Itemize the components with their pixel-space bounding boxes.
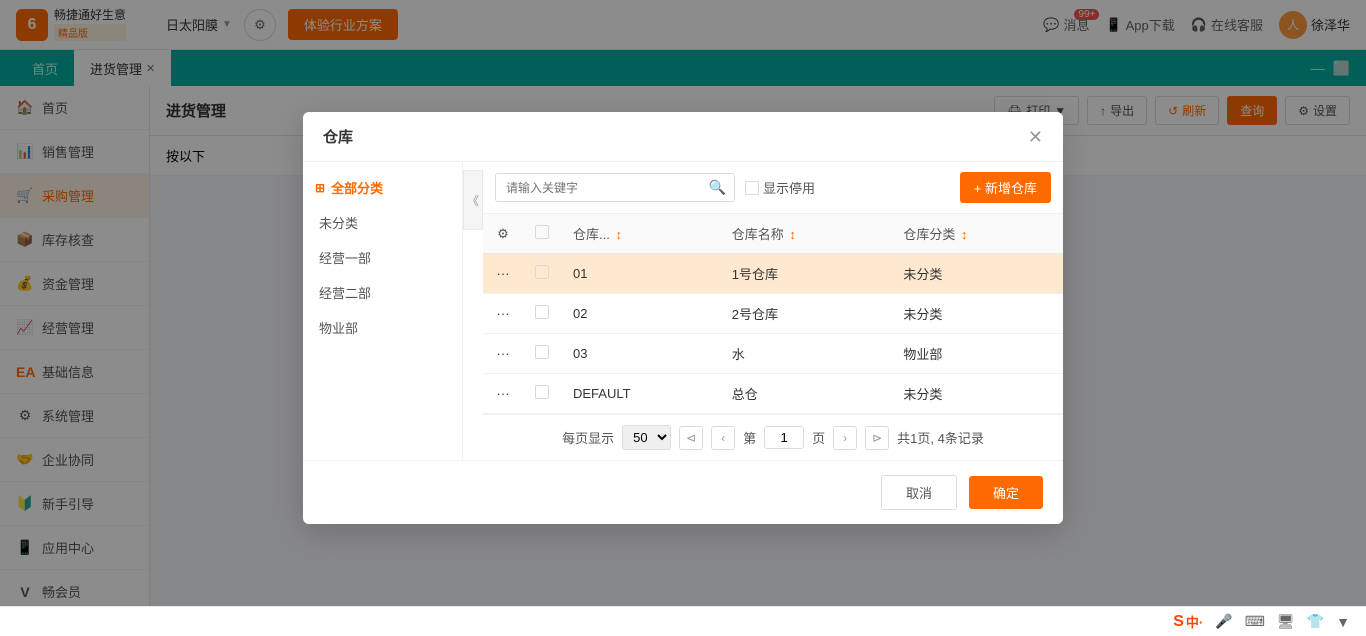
row-select-checkbox[interactable] <box>535 305 549 319</box>
monitor-icon[interactable]: 🖥 <box>1277 613 1295 630</box>
category-item-label: 经营二部 <box>319 286 371 301</box>
next-page-button[interactable]: › <box>833 426 857 450</box>
last-page-button[interactable]: ⊳ <box>865 426 889 450</box>
row-checkbox[interactable] <box>523 294 561 334</box>
row-checkbox[interactable] <box>523 254 561 294</box>
row-name: 1号仓库 <box>720 254 892 294</box>
row-checkbox[interactable] <box>523 374 561 414</box>
row-name: 水 <box>720 334 892 374</box>
table-row[interactable]: ··· 03 水 物业部 <box>483 334 1063 374</box>
collapse-panel-button[interactable]: 《 <box>463 170 483 230</box>
row-select-checkbox[interactable] <box>535 385 549 399</box>
page-unit: 页 <box>812 428 825 447</box>
warehouse-table: ⚙ 仓库... ↕ 仓库名称 ↕ <box>483 214 1063 414</box>
show-disabled-label[interactable]: 显示停用 <box>745 178 815 197</box>
show-disabled-text: 显示停用 <box>763 178 815 197</box>
table-row[interactable]: ··· DEFAULT 总仓 未分类 <box>483 374 1063 414</box>
row-category: 物业部 <box>891 334 1063 374</box>
table-panel: 🔍 显示停用 + 新增仓库 ⚙ <box>483 162 1063 460</box>
modal-overlay[interactable]: 仓库 ✕ ⊞ 全部分类 未分类 经营一部 经营二部 <box>0 0 1366 636</box>
category-item[interactable]: 经营二部 <box>303 275 462 310</box>
s-logo: S 中· <box>1173 612 1203 631</box>
shirt-icon[interactable]: 👕 <box>1307 613 1324 630</box>
row-category: 未分类 <box>891 254 1063 294</box>
pagination: 每页显示 50 ⊲ ‹ 第 页 › ⊳ 共1页, 4条记录 <box>483 414 1063 460</box>
col-category[interactable]: 仓库分类 ↕ <box>891 214 1063 254</box>
col-code-label: 仓库... <box>573 227 610 242</box>
table-toolbar: 🔍 显示停用 + 新增仓库 <box>483 162 1063 214</box>
category-item-label: 未分类 <box>319 216 358 231</box>
first-page-button[interactable]: ⊲ <box>679 426 703 450</box>
cancel-button[interactable]: 取消 <box>881 475 957 510</box>
category-panel: ⊞ 全部分类 未分类 经营一部 经营二部 物业部 <box>303 162 463 460</box>
page-number-input[interactable] <box>764 426 804 449</box>
row-select-checkbox[interactable] <box>535 345 549 359</box>
row-gear: ··· <box>483 374 523 414</box>
col-gear: ⚙ <box>483 214 523 254</box>
sort-icon: ↕ <box>615 227 622 242</box>
col-code[interactable]: 仓库... ↕ <box>561 214 720 254</box>
row-category: 未分类 <box>891 294 1063 334</box>
per-page-label: 每页显示 <box>562 428 614 447</box>
sort-icon: ↕ <box>961 227 968 242</box>
dialog-close-button[interactable]: ✕ <box>1028 128 1043 146</box>
show-disabled-checkbox[interactable] <box>745 181 759 195</box>
keyboard-icon[interactable]: ⌨ <box>1245 613 1265 630</box>
confirm-button[interactable]: 确定 <box>969 476 1043 509</box>
row-name: 2号仓库 <box>720 294 892 334</box>
category-item[interactable]: 物业部 <box>303 310 462 345</box>
s-text: 中· <box>1186 612 1203 631</box>
search-box: 🔍 <box>495 173 735 202</box>
total-info: 共1页, 4条记录 <box>897 428 984 447</box>
add-warehouse-button[interactable]: + 新增仓库 <box>960 172 1051 203</box>
sort-icon: ↕ <box>789 227 796 242</box>
row-gear: ··· <box>483 294 523 334</box>
category-all-label: 全部分类 <box>331 178 383 197</box>
row-name: 总仓 <box>720 374 892 414</box>
bottom-bar: S 中· 🎤 ⌨ 🖥 👕 ▼ <box>0 606 1366 636</box>
row-category: 未分类 <box>891 374 1063 414</box>
dialog-footer: 取消 确定 <box>303 460 1063 524</box>
page-label: 第 <box>743 428 756 447</box>
s-icon: S <box>1173 613 1184 631</box>
col-checkbox <box>523 214 561 254</box>
mic-icon[interactable]: 🎤 <box>1215 613 1232 630</box>
col-name-label: 仓库名称 <box>732 227 784 242</box>
col-category-label: 仓库分类 <box>903 227 955 242</box>
row-gear: ··· <box>483 254 523 294</box>
prev-page-button[interactable]: ‹ <box>711 426 735 450</box>
row-checkbox[interactable] <box>523 334 561 374</box>
category-item[interactable]: 未分类 <box>303 205 462 240</box>
search-icon[interactable]: 🔍 <box>701 174 734 201</box>
row-code: 02 <box>561 294 720 334</box>
select-all-checkbox[interactable] <box>535 225 549 239</box>
category-all-item[interactable]: ⊞ 全部分类 <box>303 170 462 205</box>
col-name[interactable]: 仓库名称 ↕ <box>720 214 892 254</box>
table-row[interactable]: ··· 01 1号仓库 未分类 <box>483 254 1063 294</box>
search-input[interactable] <box>496 176 701 200</box>
warehouse-dialog: 仓库 ✕ ⊞ 全部分类 未分类 经营一部 经营二部 <box>303 112 1063 524</box>
category-item-label: 物业部 <box>319 321 358 336</box>
row-code: 03 <box>561 334 720 374</box>
dialog-body: ⊞ 全部分类 未分类 经营一部 经营二部 物业部 《 <box>303 162 1063 460</box>
row-gear: ··· <box>483 334 523 374</box>
row-code: DEFAULT <box>561 374 720 414</box>
category-item[interactable]: 经营一部 <box>303 240 462 275</box>
dialog-header: 仓库 ✕ <box>303 112 1063 162</box>
chevron-down-icon[interactable]: ▼ <box>1336 614 1350 630</box>
grid-icon: ⊞ <box>315 181 325 195</box>
per-page-select[interactable]: 50 <box>622 425 671 450</box>
row-select-checkbox[interactable] <box>535 265 549 279</box>
table-row[interactable]: ··· 02 2号仓库 未分类 <box>483 294 1063 334</box>
row-code: 01 <box>561 254 720 294</box>
category-item-label: 经营一部 <box>319 251 371 266</box>
dialog-title: 仓库 <box>323 126 353 147</box>
